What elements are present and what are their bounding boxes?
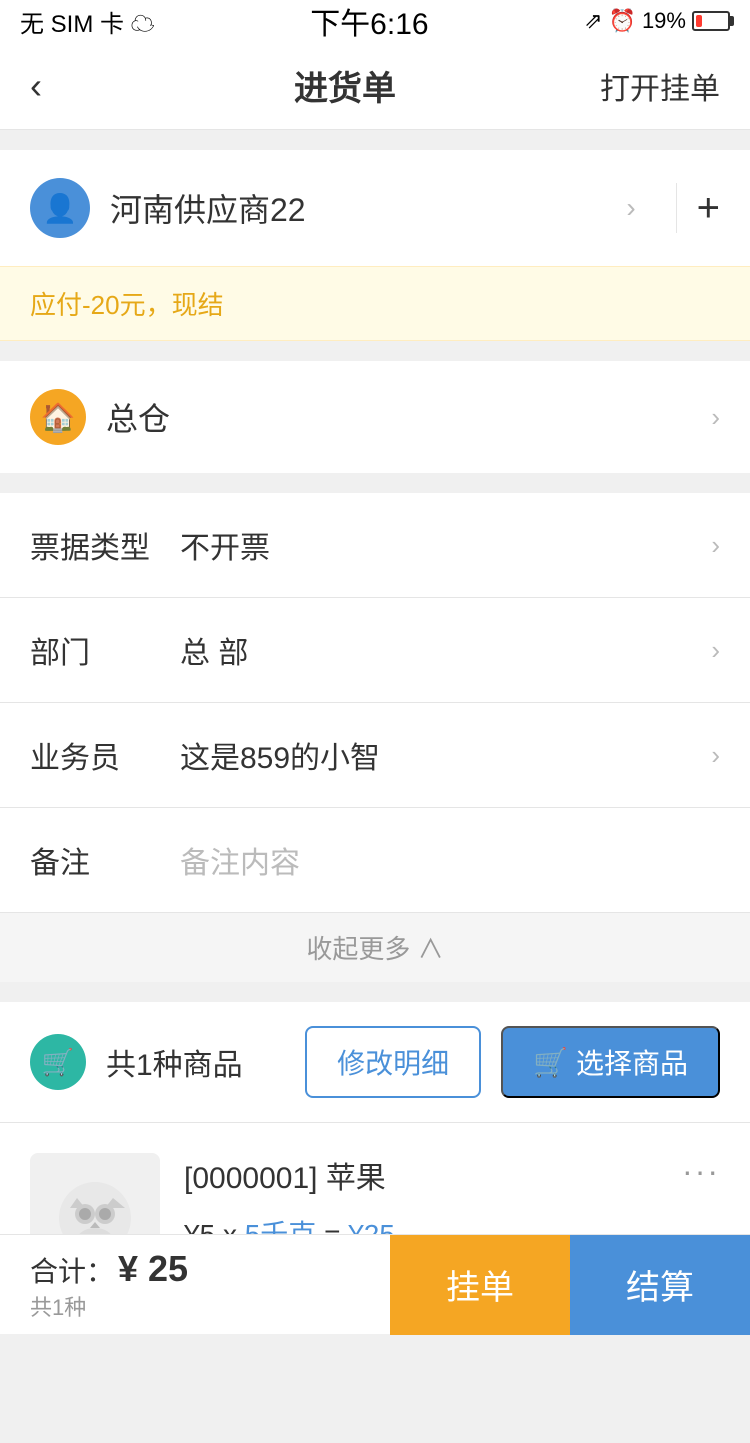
ticket-type-label: 票据类型 <box>30 523 160 567</box>
sim-label: 无 SIM 卡 ☁ <box>20 4 155 39</box>
add-supplier-button[interactable]: + <box>697 186 720 231</box>
supplier-avatar: 👤 <box>30 178 90 238</box>
product-count-label: 共1种商品 <box>106 1040 285 1084</box>
warehouse-section[interactable]: 🏠 总仓 › <box>0 361 750 473</box>
total-label: 合计： <box>30 1250 114 1290</box>
department-label: 部门 <box>30 628 160 672</box>
supplier-section: 👤 河南供应商22 › + 应付-20元，现结 <box>0 150 750 341</box>
product-code: [0000001] <box>184 1162 317 1195</box>
page-title: 进货单 <box>294 61 396 110</box>
nav-bar: ‹ 进货单 打开挂单 <box>0 42 750 130</box>
warehouse-row[interactable]: 🏠 总仓 › <box>0 361 750 473</box>
department-arrow-icon: › <box>711 635 720 666</box>
avatar-icon: 👤 <box>43 192 78 225</box>
collapse-button[interactable]: 收起更多 ∧ <box>0 912 750 982</box>
ticket-type-value: 不开票 <box>180 523 711 567</box>
supplier-name: 河南供应商22 <box>110 185 626 231</box>
select-cart-icon: 🛒 <box>533 1046 568 1079</box>
ticket-type-section: 票据类型 不开票 › 部门 总 部 › 业务员 这是859的小智 › 备注 备注… <box>0 493 750 982</box>
product-more-button[interactable]: ··· <box>682 1153 720 1190</box>
supplier-row[interactable]: 👤 河南供应商22 › + <box>0 150 750 266</box>
ticket-type-row[interactable]: 票据类型 不开票 › <box>0 493 750 597</box>
select-product-button[interactable]: 🛒 选择商品 <box>501 1026 720 1098</box>
divider-3 <box>0 982 750 1002</box>
hang-button[interactable]: 挂单 <box>390 1235 570 1335</box>
modify-detail-button[interactable]: 修改明细 <box>305 1026 481 1098</box>
status-bar: 无 SIM 卡 ☁ 下午6:16 ⇗ ⏰ 19% <box>0 0 750 42</box>
status-left: 无 SIM 卡 ☁ <box>20 4 155 39</box>
product-header-icon: 🛒 <box>30 1034 86 1090</box>
supplier-divider <box>676 183 677 233</box>
footer-total-area: 合计： ¥ 25 共1种 <box>0 1248 390 1322</box>
divider-1 <box>0 341 750 361</box>
battery-fill <box>696 15 702 27</box>
battery-percent: 19% <box>642 8 686 34</box>
alarm-icon: ⏰ <box>609 8 636 34</box>
salesman-value: 这是859的小智 <box>180 733 711 777</box>
divider-2 <box>0 473 750 493</box>
cart-icon: 🛒 <box>42 1047 74 1078</box>
salesman-row[interactable]: 业务员 这是859的小智 › <box>0 703 750 807</box>
back-button[interactable]: ‹ <box>30 65 90 107</box>
remark-label: 备注 <box>30 838 160 882</box>
salesman-label: 业务员 <box>30 733 160 777</box>
notice-bar: 应付-20元，现结 <box>0 266 750 341</box>
warehouse-name: 总仓 <box>106 394 711 440</box>
remark-input[interactable]: 备注内容 <box>180 838 720 882</box>
status-time: 下午6:16 <box>310 0 428 43</box>
salesman-arrow-icon: › <box>711 740 720 771</box>
department-value: 总 部 <box>180 628 711 672</box>
open-hang-button[interactable]: 打开挂单 <box>600 64 720 108</box>
total-amount: ¥ 25 <box>118 1248 188 1290</box>
warehouse-icon: 🏠 <box>30 389 86 445</box>
total-count: 共1种 <box>30 1290 360 1322</box>
remark-row[interactable]: 备注 备注内容 <box>0 808 750 912</box>
supplier-arrow-icon: › <box>626 192 635 224</box>
product-title: 苹果 <box>326 1162 386 1195</box>
select-product-label: 选择商品 <box>576 1042 688 1082</box>
department-row[interactable]: 部门 总 部 › <box>0 598 750 702</box>
divider-top <box>0 130 750 150</box>
ticket-type-arrow-icon: › <box>711 530 720 561</box>
status-right: ⇗ ⏰ 19% <box>584 8 730 34</box>
location-icon: ⇗ <box>584 8 602 34</box>
collapse-label: 收起更多 ∧ <box>306 929 443 966</box>
product-header: 🛒 共1种商品 修改明细 🛒 选择商品 <box>0 1002 750 1122</box>
product-name: [0000001] 苹果 <box>184 1153 658 1197</box>
footer-bar: 合计： ¥ 25 共1种 挂单 结算 <box>0 1234 750 1334</box>
checkout-button[interactable]: 结算 <box>570 1235 750 1335</box>
battery-icon <box>692 11 730 31</box>
warehouse-arrow-icon: › <box>711 402 720 433</box>
